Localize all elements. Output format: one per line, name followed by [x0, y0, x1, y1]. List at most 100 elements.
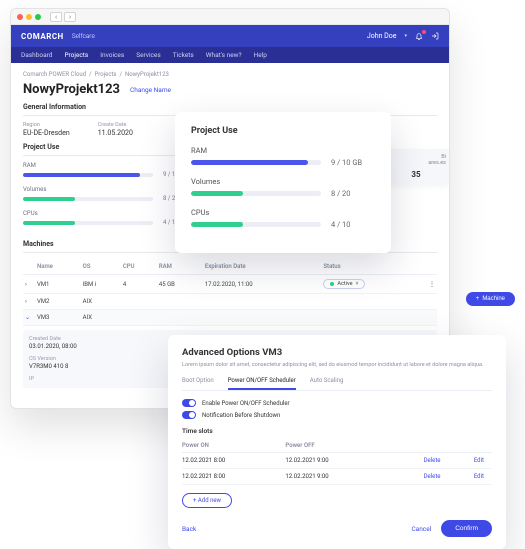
toggle-notification[interactable]	[182, 411, 196, 419]
confirm-button[interactable]: Confirm	[441, 520, 492, 537]
nav-whatsnew[interactable]: What's new?	[206, 51, 242, 59]
col-ram[interactable]: RAM	[157, 259, 203, 275]
pu-card-label-2: CPUs	[191, 208, 375, 217]
create-date-label: Create Date	[98, 122, 133, 128]
logout-icon[interactable]	[431, 32, 439, 40]
toggle-enable-scheduler[interactable]	[182, 399, 196, 407]
nav-tickets[interactable]: Tickets	[173, 51, 194, 59]
pu-bar-0	[23, 173, 153, 177]
notification-dot	[422, 30, 426, 34]
col-name[interactable]: Name	[35, 259, 81, 275]
pu-card-heading: Project Use	[191, 126, 375, 136]
adv-heading: Advanced Options VM3	[182, 347, 492, 358]
tab-boot-option[interactable]: Boot Option	[182, 377, 214, 390]
osver-value: V7R3M0 410 8	[29, 363, 77, 370]
change-name-link[interactable]: Change Name	[130, 86, 171, 94]
advanced-options-card: Advanced Options VM3 Lorem ipsum dolor s…	[168, 335, 506, 549]
region-value: EU-DE-Dresden	[23, 129, 70, 137]
cell-os: AIX	[81, 310, 121, 326]
bell-icon[interactable]	[415, 32, 423, 40]
user-menu[interactable]: John Doe	[367, 32, 397, 40]
expand-icon[interactable]: ›	[23, 294, 35, 310]
nav-dashboard[interactable]: Dashboard	[21, 51, 52, 59]
col-cpu[interactable]: CPU	[121, 259, 157, 275]
crumb-1[interactable]: Projects	[95, 71, 117, 78]
brand-logo: COMARCH	[21, 32, 64, 41]
created-date-label: Created Date	[29, 336, 77, 342]
brand-product: Selfcare	[72, 32, 95, 40]
table-row[interactable]: › VM2 AIX	[23, 294, 437, 310]
col-status[interactable]: Status	[321, 259, 427, 275]
timeslots-heading: Time slots	[182, 427, 492, 435]
cell-os: AIX	[81, 294, 121, 310]
plus-icon: +	[476, 296, 480, 302]
zoom-dot[interactable]	[35, 14, 41, 20]
status-pill[interactable]: Active ˅	[323, 279, 365, 289]
nav-projects[interactable]: Projects	[64, 51, 88, 59]
nav-forward-button[interactable]: ›	[64, 12, 76, 22]
tab-power-scheduler[interactable]: Power ON/OFF Scheduler	[228, 377, 296, 390]
ip-label: IP	[29, 376, 77, 382]
col-exp[interactable]: Expiration Date	[203, 259, 322, 275]
toggle-label-1: Notification Before Shutdown	[202, 412, 280, 419]
created-date-value: 03.01.2020, 08:00	[29, 343, 77, 350]
timeslot-row: 12.02.2021 8:00 12.02.2021 9:00 Delete E…	[182, 453, 492, 469]
cell-ram: 45 GB	[157, 275, 203, 294]
side-info-card: Bi ares.es 35	[381, 149, 450, 184]
add-new-button[interactable]: + Add new	[182, 493, 232, 508]
chevron-down-icon[interactable]: ▾	[404, 33, 407, 39]
nav-services[interactable]: Services	[136, 51, 161, 59]
ts-off: 12.02.2021 9:00	[285, 469, 388, 485]
breadcrumb: Comarch POWER Cloud / Projects / NowyPro…	[11, 63, 449, 78]
osver-label: OS Version	[29, 356, 77, 362]
delete-link[interactable]: Delete	[424, 457, 441, 464]
cell-name: VM2	[35, 294, 81, 310]
cancel-link[interactable]: Cancel	[411, 525, 431, 533]
nav-invoices[interactable]: Invoices	[100, 51, 124, 59]
expand-icon[interactable]: ⌄	[23, 310, 35, 326]
minimize-dot[interactable]	[26, 14, 32, 20]
window-chrome: ‹ ›	[11, 9, 449, 25]
pu-card-label-1: Volumes	[191, 177, 375, 186]
region-label: Region	[23, 122, 70, 128]
pu-bar-2	[23, 221, 153, 225]
pu-card-value-0: 9 / 10 GB	[331, 158, 362, 167]
ts-on: 12.02.2021 8:00	[182, 453, 285, 469]
pu-card-label-0: RAM	[191, 146, 375, 155]
table-row[interactable]: ⌄ VM3 AIX	[23, 310, 437, 326]
back-link[interactable]: Back	[182, 525, 196, 533]
cell-exp: 17.02.2020, 11:00	[203, 275, 322, 294]
toggle-label-0: Enable Power ON/OFF Scheduler	[202, 400, 290, 407]
side-line2: ares.es	[386, 160, 446, 166]
tab-auto-scaling[interactable]: Auto Scaling	[310, 377, 344, 390]
table-row[interactable]: › VM1 IBM i 4 45 GB 17.02.2020, 11:00 Ac…	[23, 275, 437, 294]
add-machine-button[interactable]: + Machine	[466, 292, 515, 306]
cell-os: IBM i	[81, 275, 121, 294]
nav-help[interactable]: Help	[254, 51, 267, 59]
col-os[interactable]: OS	[81, 259, 121, 275]
expand-icon[interactable]: ›	[23, 275, 35, 294]
delete-link[interactable]: Delete	[424, 473, 441, 480]
adv-description: Lorem ipsum dolor sit amet, consectetur …	[182, 361, 492, 369]
ts-col-off: Power OFF	[285, 439, 388, 453]
timeslot-row: 12.02.2021 8:00 12.02.2021 9:00 Delete E…	[182, 469, 492, 485]
timeslots-table: Power ON Power OFF 12.02.2021 8:00 12.02…	[182, 439, 492, 485]
main-nav: Dashboard Projects Invoices Services Tic…	[11, 47, 449, 63]
add-machine-label: Machine	[482, 296, 505, 302]
ts-on: 12.02.2021 8:00	[182, 469, 285, 485]
pu-card-bar-1	[191, 191, 321, 196]
project-use-card: Project Use RAM 9 / 10 GB Volumes 8 / 20…	[175, 112, 391, 253]
nav-back-button[interactable]: ‹	[50, 12, 62, 22]
ts-col-on: Power ON	[182, 439, 285, 453]
edit-link[interactable]: Edit	[474, 457, 484, 464]
adv-tabs: Boot Option Power ON/OFF Scheduler Auto …	[182, 377, 492, 391]
more-icon[interactable]: ⋮	[427, 275, 437, 294]
edit-link[interactable]: Edit	[474, 473, 484, 480]
pu-card-bar-2	[191, 222, 321, 227]
close-dot[interactable]	[17, 14, 23, 20]
ts-off: 12.02.2021 9:00	[285, 453, 388, 469]
create-date-value: 11.05.2020	[98, 129, 133, 137]
crumb-0[interactable]: Comarch POWER Cloud	[23, 71, 86, 78]
page-title: NowyProjekt123	[23, 82, 120, 97]
crumb-2: NowyProjekt123	[125, 71, 169, 78]
